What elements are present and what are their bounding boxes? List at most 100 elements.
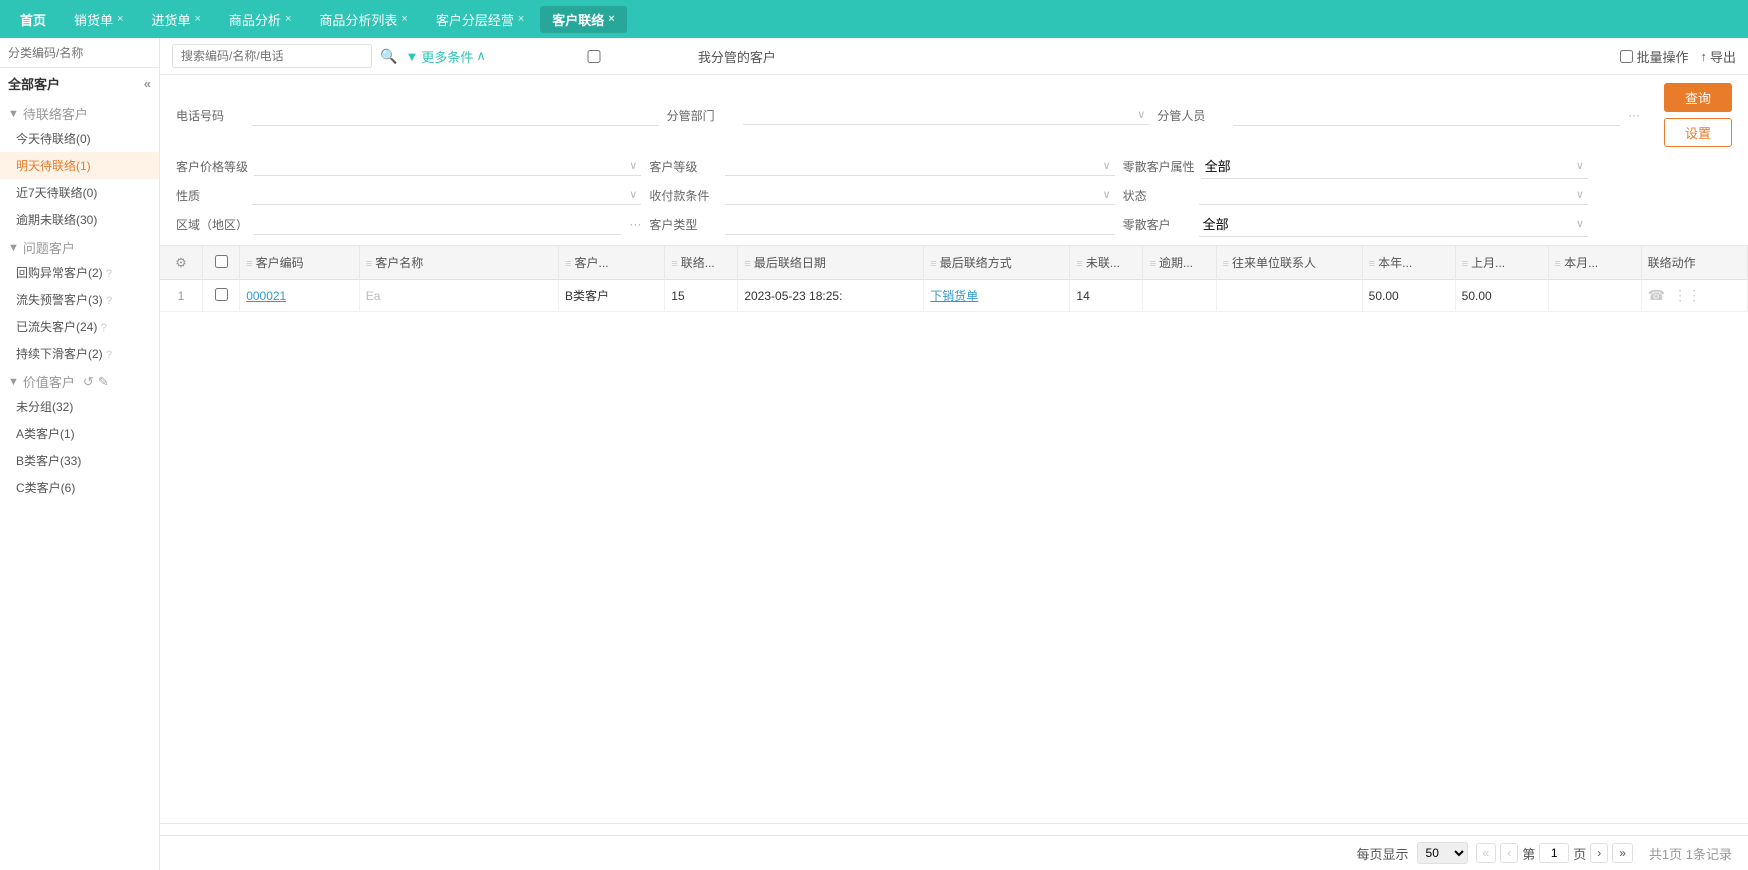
action-btns: 查询 设置: [1664, 83, 1732, 147]
th-this-year[interactable]: 本年...: [1362, 246, 1455, 280]
row-code[interactable]: 000021: [240, 280, 360, 312]
payment-select[interactable]: ∨: [725, 185, 1114, 205]
th-contact-person[interactable]: 往来单位联系人: [1216, 246, 1362, 280]
batch-op-btn[interactable]: 批量操作: [1620, 47, 1688, 66]
nav-product-analysis-list[interactable]: 商品分析列表 ×: [307, 6, 419, 33]
sidebar-all-customers[interactable]: 全部客户 «: [0, 68, 159, 99]
th-uncontact[interactable]: 未联...: [1070, 246, 1143, 280]
nav-customer-stratification-close[interactable]: ×: [518, 13, 524, 25]
nav-product-analysis-list-close[interactable]: ×: [401, 13, 407, 25]
nav-customer-contact[interactable]: 客户联络 ×: [540, 6, 626, 33]
row-name[interactable]: Ea: [359, 280, 558, 312]
nav-sales-order[interactable]: 销货单 ×: [62, 6, 135, 33]
my-customers-filter[interactable]: 我分管的客户: [494, 47, 776, 66]
horizontal-scrollbar[interactable]: [160, 823, 1748, 835]
sidebar-item-class-a[interactable]: A类客户(1): [0, 420, 159, 447]
field-retail-customer: 零散客户 全部 ∨: [1123, 211, 1588, 237]
status-select[interactable]: ∨: [1199, 185, 1588, 205]
select-all-checkbox[interactable]: [215, 255, 228, 268]
row-checkbox: [203, 280, 240, 312]
nav-purchase-order[interactable]: 进货单 ×: [139, 6, 212, 33]
row-select-checkbox[interactable]: [215, 288, 228, 301]
dept-select[interactable]: ∨: [743, 105, 1150, 125]
value-group-edit[interactable]: ✎: [98, 374, 109, 390]
th-last-date[interactable]: 最后联络日期: [738, 246, 924, 280]
field-price-level: 客户价格等级 ∨: [176, 156, 641, 176]
th-this-month[interactable]: 本月...: [1548, 246, 1641, 280]
sidebar-group-problem[interactable]: ▼ 问题客户: [0, 233, 159, 259]
filter-bar: 🔍 ▼ 更多条件 ∧ 我分管的客户 批量操作 ↑ 导出: [160, 38, 1748, 75]
th-actions: 联络动作: [1641, 246, 1747, 280]
th-code[interactable]: 客户编码: [240, 246, 360, 280]
th-name[interactable]: 客户名称: [359, 246, 558, 280]
nav-customer-stratification[interactable]: 客户分层经营 ×: [424, 6, 536, 33]
nav-product-analysis-close[interactable]: ×: [285, 13, 291, 25]
sidebar-search-input[interactable]: [8, 46, 160, 60]
export-icon: ↑: [1700, 49, 1707, 64]
customer-level-arrow: ∨: [1103, 159, 1111, 172]
last-page-btn[interactable]: »: [1612, 843, 1633, 863]
price-level-select[interactable]: ∨: [254, 156, 641, 176]
main-search-icon[interactable]: 🔍: [380, 48, 397, 65]
prev-page-btn[interactable]: ‹: [1500, 843, 1518, 863]
row-last-method[interactable]: 下销货单: [924, 280, 1070, 312]
field-retail-attr: 零散客户属性 全部 ∨: [1123, 153, 1588, 179]
th-contact-count[interactable]: 联络...: [665, 246, 738, 280]
sidebar-item-churn-warning[interactable]: 流失预警客户(3) ?: [0, 286, 159, 313]
nav-product-analysis[interactable]: 商品分析 ×: [217, 6, 303, 33]
row-this-year: 50.00: [1362, 280, 1455, 312]
action-grid-icon[interactable]: ⋮⋮: [1673, 287, 1701, 304]
sidebar-item-abnormal[interactable]: 回购异常客户(2) ?: [0, 259, 159, 286]
first-page-btn[interactable]: «: [1476, 843, 1497, 863]
action-icons: ☎ ⋮⋮: [1648, 287, 1741, 304]
more-conditions-btn[interactable]: ▼ 更多条件 ∧: [405, 47, 485, 66]
sidebar-item-ungrouped[interactable]: 未分组(32): [0, 393, 159, 420]
region-input[interactable]: [254, 214, 621, 235]
sidebar-group-pending[interactable]: ▼ 待联络客户: [0, 99, 159, 125]
action-phone-icon[interactable]: ☎: [1648, 287, 1665, 304]
sidebar-item-class-b[interactable]: B类客户(33): [0, 447, 159, 474]
person-input[interactable]: [1233, 105, 1620, 126]
sidebar-item-7days[interactable]: 近7天待联络(0): [0, 179, 159, 206]
sidebar-item-declining[interactable]: 持续下滑客户(2) ?: [0, 340, 159, 367]
sidebar-item-overdue[interactable]: 逾期未联络(30): [0, 206, 159, 233]
nav-purchase-order-close[interactable]: ×: [194, 13, 200, 25]
nav-customer-contact-close[interactable]: ×: [608, 13, 614, 25]
th-overdue[interactable]: 逾期...: [1143, 246, 1216, 280]
value-group-refresh[interactable]: ↺: [83, 374, 94, 390]
price-level-arrow: ∨: [629, 159, 637, 172]
nav-home[interactable]: 首页: [8, 6, 58, 33]
batch-op-checkbox[interactable]: [1620, 50, 1633, 63]
customer-type-input[interactable]: [725, 214, 1114, 235]
export-btn[interactable]: ↑ 导出: [1700, 47, 1736, 66]
sidebar-item-churned[interactable]: 已流失客户(24) ?: [0, 313, 159, 340]
th-last-method[interactable]: 最后联络方式: [924, 246, 1070, 280]
main-search-input[interactable]: [172, 44, 372, 68]
field-region: 区域（地区） ···: [176, 214, 641, 235]
sidebar-collapse-icon[interactable]: «: [144, 76, 151, 91]
set-btn[interactable]: 设置: [1664, 118, 1732, 147]
table-row: 1 000021 Ea B类客户 15 2023-05-23 18:25: 下销…: [160, 280, 1748, 312]
page-number-input[interactable]: [1539, 843, 1569, 863]
query-btn[interactable]: 查询: [1664, 83, 1732, 112]
settings-icon[interactable]: ⚙: [175, 255, 187, 270]
sidebar-item-class-c[interactable]: C类客户(6): [0, 474, 159, 501]
my-customers-checkbox[interactable]: [494, 50, 694, 63]
th-last-month[interactable]: 上月...: [1455, 246, 1548, 280]
nav-sales-order-close[interactable]: ×: [117, 13, 123, 25]
next-page-btn[interactable]: ›: [1590, 843, 1608, 863]
field-nature: 性质 ∨: [176, 185, 641, 205]
retail-customer-select[interactable]: 全部 ∨: [1199, 211, 1588, 237]
page-size-select[interactable]: 50 100 200: [1417, 842, 1468, 864]
sidebar-group-value[interactable]: ▼ 价值客户 ↺ ✎: [0, 367, 159, 393]
region-more-icon[interactable]: ···: [629, 217, 641, 231]
customer-level-select[interactable]: ∨: [725, 156, 1114, 176]
retail-attr-select[interactable]: 全部 ∨: [1201, 153, 1588, 179]
person-more-icon[interactable]: ···: [1628, 108, 1640, 122]
sidebar-item-today[interactable]: 今天待联络(0): [0, 125, 159, 152]
customer-table: ⚙ 客户编码 客户名称 客户... 联络... 最后联络日期 最后联络方式 未联…: [160, 246, 1748, 312]
nature-select[interactable]: ∨: [252, 185, 641, 205]
th-type[interactable]: 客户...: [559, 246, 665, 280]
sidebar-item-tomorrow[interactable]: 明天待联络(1): [0, 152, 159, 179]
phone-input[interactable]: [252, 105, 659, 126]
